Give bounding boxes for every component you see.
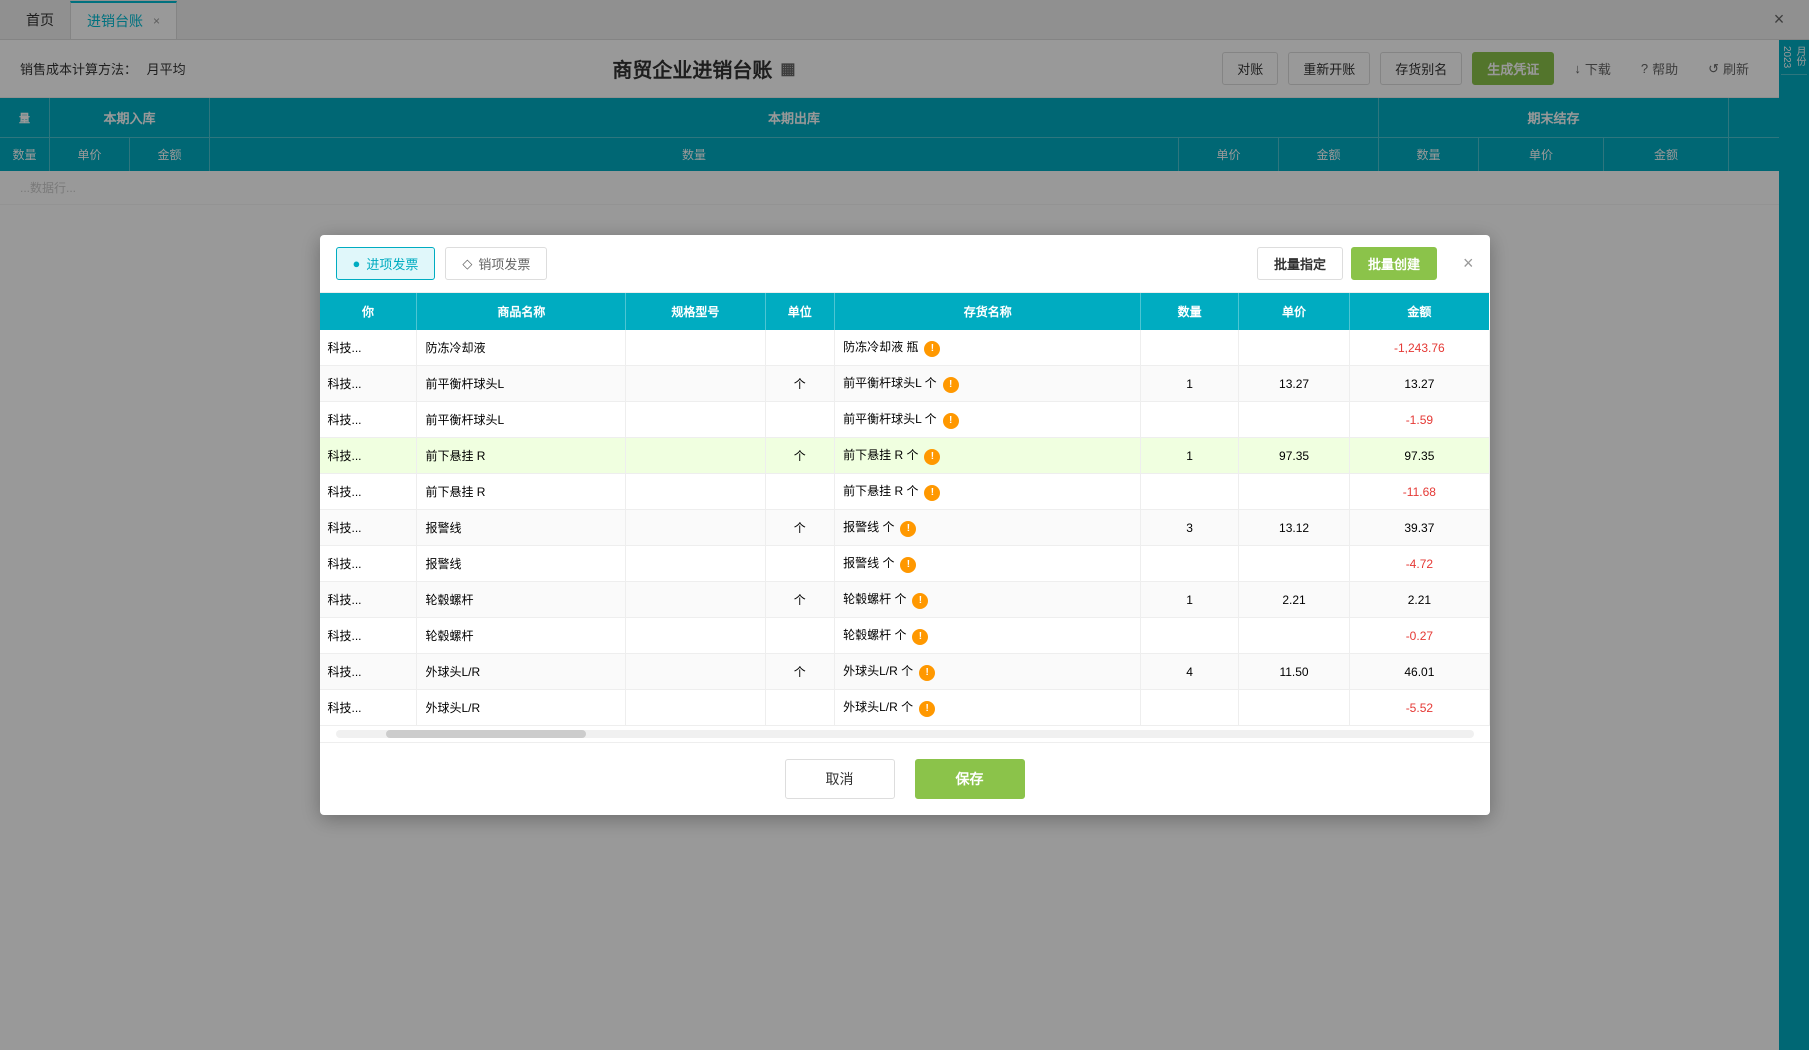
table-row: 科技...轮毂螺杆个轮毂螺杆 个!12.212.21 xyxy=(320,582,1490,618)
stock-name: 前下悬挂 R 个 xyxy=(843,448,918,462)
table-row: 科技...报警线个报警线 个!313.1239.37 xyxy=(320,510,1490,546)
stock-name: 外球头L/R 个 xyxy=(843,700,913,714)
table-row: 科技...外球头L/R外球头L/R 个!-5.52 xyxy=(320,690,1490,726)
warn-icon: ! xyxy=(924,341,940,357)
table-row: 科技...防冻冷却液防冻冷却液 瓶!-1,243.76 xyxy=(320,330,1490,366)
dialog-overlay: ● 进项发票 ◇ 销项发票 批量指定 批量创建 × 你 xyxy=(0,40,1809,1050)
dialog-close-button[interactable]: × xyxy=(1463,253,1474,274)
col-stock-name: 存货名称 xyxy=(835,293,1141,330)
warn-icon: ! xyxy=(924,485,940,501)
save-button[interactable]: 保存 xyxy=(915,759,1025,799)
dialog-header: ● 进项发票 ◇ 销项发票 批量指定 批量创建 × xyxy=(320,235,1490,293)
stock-name: 外球头L/R 个 xyxy=(843,664,913,678)
stock-name: 前平衡杆球头L 个 xyxy=(843,376,937,390)
dialog-scrollbar[interactable] xyxy=(336,730,1474,738)
stock-name: 轮毂螺杆 个 xyxy=(843,592,906,606)
dialog-table: 你 商品名称 规格型号 单位 存货名称 数量 单价 金额 科技...防冻冷却液防… xyxy=(320,293,1490,726)
batch-create-button[interactable]: 批量创建 xyxy=(1351,247,1437,280)
warn-icon: ! xyxy=(900,557,916,573)
warn-icon: ! xyxy=(900,521,916,537)
col-amount: 金额 xyxy=(1350,293,1489,330)
col-quantity: 数量 xyxy=(1141,293,1238,330)
tab-incoming-invoice[interactable]: ● 进项发票 xyxy=(336,247,436,280)
warn-icon: ! xyxy=(919,701,935,717)
dialog-footer: 取消 保存 xyxy=(320,742,1490,815)
stock-name: 防冻冷却液 瓶 xyxy=(843,340,918,354)
warn-icon: ! xyxy=(912,593,928,609)
warn-icon: ! xyxy=(924,449,940,465)
col-unit: 单位 xyxy=(765,293,835,330)
warn-icon: ! xyxy=(912,629,928,645)
batch-assign-button[interactable]: 批量指定 xyxy=(1257,247,1343,280)
table-row: 科技...前下悬挂 R前下悬挂 R 个!-11.68 xyxy=(320,474,1490,510)
table-row: 科技...报警线报警线 个!-4.72 xyxy=(320,546,1490,582)
stock-name: 轮毂螺杆 个 xyxy=(843,628,906,642)
invoice-dialog: ● 进项发票 ◇ 销项发票 批量指定 批量创建 × 你 xyxy=(320,235,1490,815)
warn-icon: ! xyxy=(943,377,959,393)
outgoing-invoice-icon: ◇ xyxy=(462,256,472,272)
table-row: 科技...轮毂螺杆轮毂螺杆 个!-0.27 xyxy=(320,618,1490,654)
stock-name: 报警线 个 xyxy=(843,520,894,534)
table-row: 科技...前平衡杆球头L前平衡杆球头L 个!-1.59 xyxy=(320,402,1490,438)
stock-name: 报警线 个 xyxy=(843,556,894,570)
table-row: 科技...前平衡杆球头L个前平衡杆球头L 个!113.2713.27 xyxy=(320,366,1490,402)
table-row: 科技...前下悬挂 R个前下悬挂 R 个!197.3597.35 xyxy=(320,438,1490,474)
col-product-name: 商品名称 xyxy=(417,293,626,330)
tab-outgoing-invoice[interactable]: ◇ 销项发票 xyxy=(445,247,547,280)
incoming-invoice-icon: ● xyxy=(353,256,361,271)
cancel-button[interactable]: 取消 xyxy=(785,759,895,799)
stock-name: 前下悬挂 R 个 xyxy=(843,484,918,498)
col-spec: 规格型号 xyxy=(626,293,765,330)
dialog-header-actions: 批量指定 批量创建 xyxy=(1257,247,1437,280)
warn-icon: ! xyxy=(919,665,935,681)
stock-name: 前平衡杆球头L 个 xyxy=(843,412,937,426)
col-unit-price: 单价 xyxy=(1238,293,1349,330)
dialog-scrollbar-thumb[interactable] xyxy=(386,730,586,738)
table-row: 科技...外球头L/R个外球头L/R 个!411.5046.01 xyxy=(320,654,1490,690)
col-supplier: 你 xyxy=(320,293,417,330)
warn-icon: ! xyxy=(943,413,959,429)
